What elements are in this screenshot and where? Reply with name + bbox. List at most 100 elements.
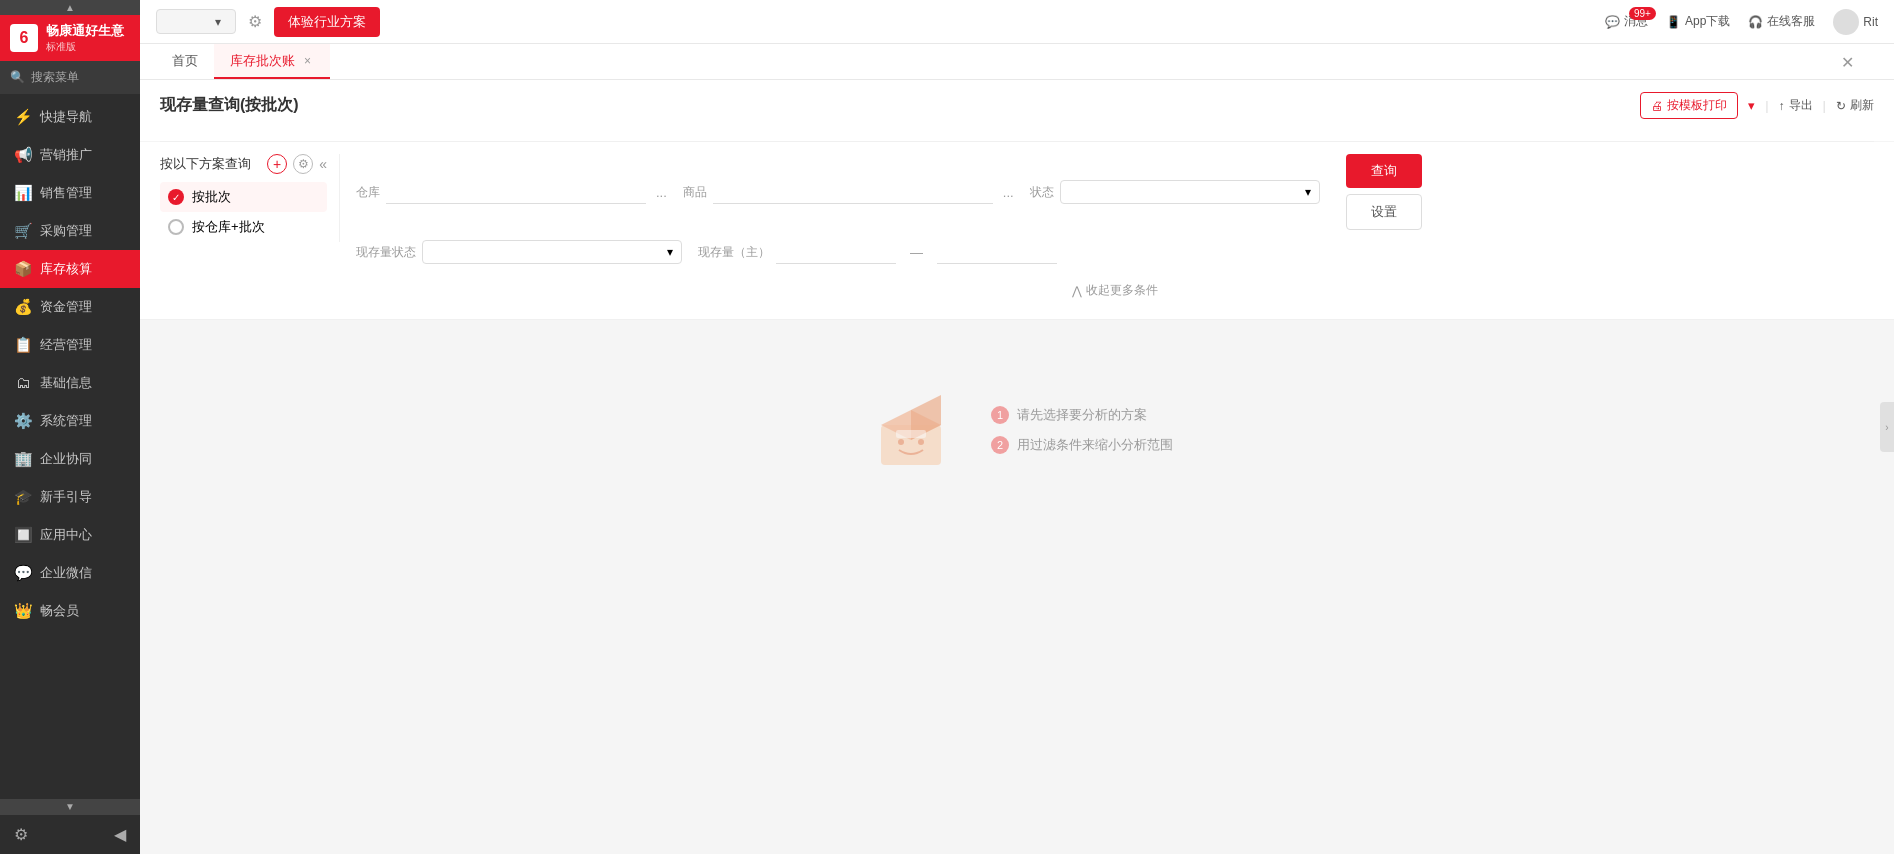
tip1-text: 请先选择要分析的方案: [1017, 406, 1147, 424]
topbar-dropdown[interactable]: ▾: [156, 9, 236, 34]
sidebar-item-app-center[interactable]: 🔲 应用中心: [0, 516, 140, 554]
right-collapse-handle[interactable]: ›: [1880, 402, 1894, 452]
query-button[interactable]: 查询: [1346, 154, 1422, 188]
inventory-qty-min[interactable]: [776, 241, 896, 264]
inventory-icon: 📦: [14, 260, 32, 278]
scheme-panel-title: 按以下方案查询: [160, 155, 251, 173]
collapse-more-label: 收起更多条件: [1086, 282, 1158, 299]
footer-settings-icon[interactable]: ⚙: [14, 825, 28, 844]
inventory-status-select[interactable]: ▾: [422, 240, 682, 264]
product-input[interactable]: [713, 181, 993, 204]
tip2-num: 2: [991, 436, 1009, 454]
user-profile-item[interactable]: Rit: [1833, 9, 1878, 35]
sidebar-item-inventory[interactable]: 📦 库存核算: [0, 250, 140, 288]
filter-fields: 仓库 ... 商品 ... 状态 ▾: [340, 154, 1874, 307]
online-service-label: 在线客服: [1767, 13, 1815, 30]
sidebar-label-purchase: 采购管理: [40, 222, 92, 240]
sidebar-item-enterprise-wechat[interactable]: 💬 企业微信: [0, 554, 140, 592]
sidebar-scroll-down[interactable]: ▼: [0, 799, 140, 814]
warehouse-input[interactable]: [386, 181, 646, 204]
filter-inventory-status-group: 现存量状态 ▾: [356, 240, 682, 264]
enterprise-icon: 🏢: [14, 450, 32, 468]
sidebar-item-quick-nav[interactable]: ⚡ 快捷导航: [0, 98, 140, 136]
tabbar-close-icon[interactable]: ✕: [1841, 52, 1854, 71]
sidebar-search[interactable]: 🔍 搜索菜单: [0, 61, 140, 94]
sidebar-item-sales[interactable]: 📊 销售管理: [0, 174, 140, 212]
scheme-item-warehouse-batch-label: 按仓库+批次: [192, 218, 265, 236]
warehouse-dots[interactable]: ...: [656, 185, 667, 200]
sidebar-item-purchase[interactable]: 🛒 采购管理: [0, 212, 140, 250]
filter-product-group: 商品 ...: [683, 181, 1014, 204]
sidebar-label-quick-nav: 快捷导航: [40, 108, 92, 126]
sidebar-footer: ⚙ ◀: [0, 814, 140, 854]
filter-inventory-qty-group: 现存量（主） —: [698, 241, 1057, 264]
tip1-num: 1: [991, 406, 1009, 424]
scheme-inactive-dot: [168, 219, 184, 235]
settings-button[interactable]: 设置: [1346, 194, 1422, 230]
messages-item[interactable]: 💬 消息 99+: [1605, 13, 1648, 30]
headset-icon: 🎧: [1748, 15, 1763, 29]
app-download-icon: 📱: [1666, 15, 1681, 29]
basic-icon: 🗂: [14, 374, 32, 391]
sidebar-item-operations[interactable]: 📋 经营管理: [0, 326, 140, 364]
export-btn-label: 导出: [1789, 97, 1813, 114]
scheme-item-batch-label: 按批次: [192, 188, 231, 206]
footer-collapse-icon[interactable]: ◀: [114, 825, 126, 844]
username: Rit: [1863, 15, 1878, 29]
app-download-item[interactable]: 📱 App下载: [1666, 13, 1730, 30]
query-panel: 现存量查询(按批次) 🖨 按模板打印 ▾ | ↑ 导出 | ↻ 刷: [140, 80, 1894, 141]
topbar-gear-icon[interactable]: ⚙: [248, 12, 262, 31]
divider: |: [1765, 98, 1768, 113]
search-icon: 🔍: [10, 70, 25, 84]
marketing-icon: 📢: [14, 146, 32, 164]
collapse-more-btn[interactable]: ⋀ 收起更多条件: [356, 274, 1874, 307]
status-label: 状态: [1030, 184, 1054, 201]
export-btn[interactable]: ↑ 导出: [1779, 97, 1813, 114]
sidebar-item-basic[interactable]: 🗂 基础信息: [0, 364, 140, 402]
warehouse-label: 仓库: [356, 184, 380, 201]
print-dropdown-icon[interactable]: ▾: [1748, 98, 1755, 113]
sidebar-item-marketing[interactable]: 📢 营销推广: [0, 136, 140, 174]
scheme-settings-btn[interactable]: ⚙: [293, 154, 313, 174]
sidebar-nav: ⚡ 快捷导航 📢 营销推广 📊 销售管理 🛒 采购管理 📦 库存核算 💰 资金管…: [0, 94, 140, 799]
sidebar-label-operations: 经营管理: [40, 336, 92, 354]
scheme-panel: 按以下方案查询 + ⚙ « ✓ 按批次 按仓库+批次: [160, 154, 340, 242]
empty-state: 1 请先选择要分析的方案 2 用过滤条件来缩小分析范围: [140, 320, 1894, 540]
sidebar-item-newbie[interactable]: 🎓 新手引导: [0, 478, 140, 516]
scheme-item-batch[interactable]: ✓ 按批次: [160, 182, 327, 212]
refresh-btn[interactable]: ↻ 刷新: [1836, 97, 1874, 114]
online-service-item[interactable]: 🎧 在线客服: [1748, 13, 1815, 30]
operations-icon: 📋: [14, 336, 32, 354]
sidebar-scroll-up[interactable]: ▲: [0, 0, 140, 15]
tab-inventory-batch-label: 库存批次账: [230, 52, 295, 70]
tab-home[interactable]: 首页: [156, 44, 214, 79]
export-icon: ↑: [1779, 99, 1785, 113]
trial-btn[interactable]: 体验行业方案: [274, 7, 380, 37]
company-name: 畅康通好生意: [46, 23, 124, 40]
empty-tip-2: 2 用过滤条件来缩小分析范围: [991, 436, 1173, 454]
tab-inventory-batch-close[interactable]: ×: [301, 53, 314, 69]
sidebar-item-finance[interactable]: 💰 资金管理: [0, 288, 140, 326]
status-select[interactable]: ▾: [1060, 180, 1320, 204]
print-btn[interactable]: 🖨 按模板打印: [1640, 92, 1738, 119]
tab-inventory-batch[interactable]: 库存批次账 ×: [214, 44, 330, 79]
svg-rect-3: [896, 430, 926, 438]
sidebar-item-system[interactable]: ⚙️ 系统管理: [0, 402, 140, 440]
sidebar-label-member: 畅会员: [40, 602, 79, 620]
scheme-add-btn[interactable]: +: [267, 154, 287, 174]
filter-row-2: 现存量状态 ▾ 现存量（主） —: [356, 240, 1874, 264]
tabbar: 首页 库存批次账 × ✕: [140, 44, 1894, 80]
quick-nav-icon: ⚡: [14, 108, 32, 126]
inventory-qty-max[interactable]: [937, 241, 1057, 264]
sidebar-item-member[interactable]: 👑 畅会员: [0, 592, 140, 630]
sidebar-item-enterprise[interactable]: 🏢 企业协同: [0, 440, 140, 478]
topbar-left: ▾ ⚙ 体验行业方案: [156, 7, 380, 37]
collapse-up-icon: ⋀: [1072, 284, 1082, 298]
sidebar: ▲ 6 畅康通好生意 标准版 🔍 搜索菜单 ⚡ 快捷导航 📢 营销推广 📊 销售…: [0, 0, 140, 854]
product-dots[interactable]: ...: [1003, 185, 1014, 200]
app-download-label: App下载: [1685, 13, 1730, 30]
sales-icon: 📊: [14, 184, 32, 202]
sidebar-label-enterprise: 企业协同: [40, 450, 92, 468]
scheme-item-warehouse-batch[interactable]: 按仓库+批次: [160, 212, 327, 242]
scheme-collapse-icon[interactable]: «: [319, 156, 327, 172]
